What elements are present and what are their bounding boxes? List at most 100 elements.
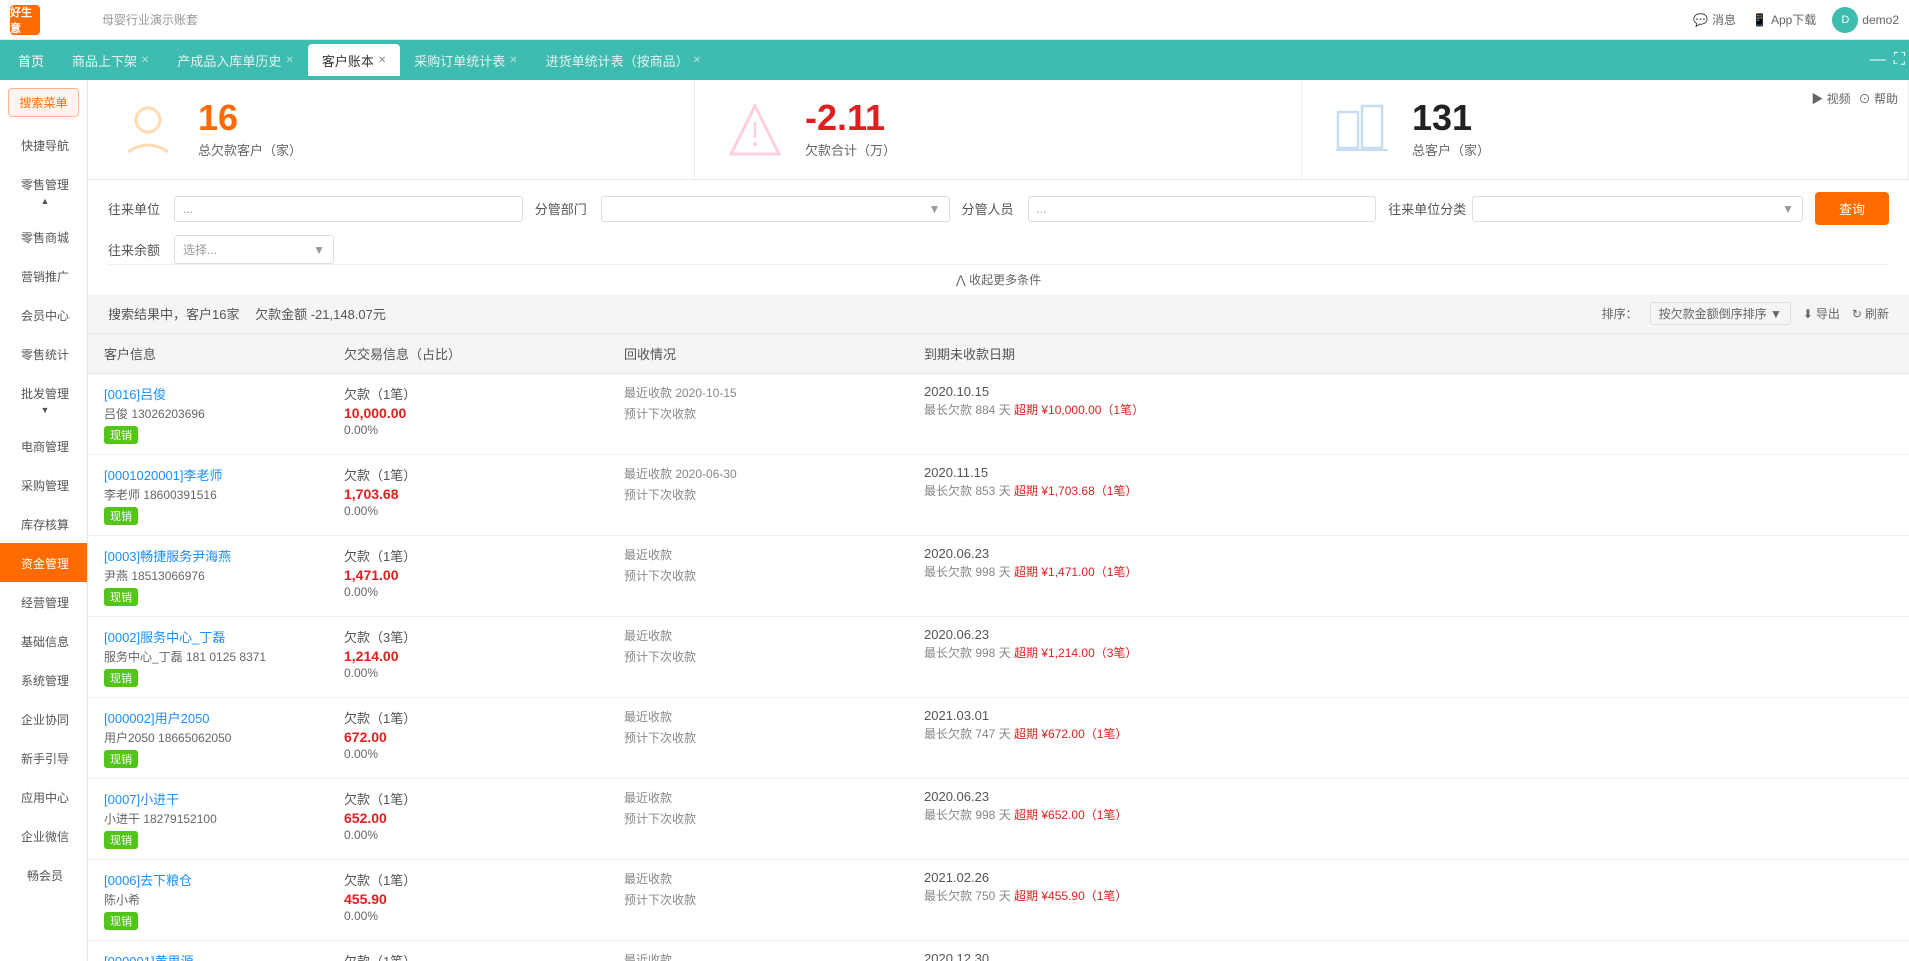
tab-production-history-close[interactable]: ✕ [285,55,293,66]
sidebar-item-inventory[interactable]: 库存核算 [0,504,87,543]
search-button[interactable]: 查询 [1815,192,1889,225]
sidebar-item-enterprise-collab[interactable]: 企业协同 [0,699,87,738]
customer-name-link[interactable]: [0007]小进干 [104,789,312,808]
sidebar-item-finance[interactable]: 资金管理 [0,543,87,582]
sidebar-item-quick-nav[interactable]: 快捷导航 [0,125,87,164]
tab-incoming-stats-close[interactable]: ✕ [693,55,701,66]
sidebar-item-enterprise-wechat[interactable]: 企业微信 [0,816,87,855]
sidebar-item-member-center[interactable]: 会员中心 [0,295,87,334]
sidebar-item-member-plus[interactable]: 畅会员 [0,855,87,894]
unit-category-arrow-icon: ▼ [1782,202,1794,216]
unit-category-select[interactable]: ▼ [1472,196,1803,222]
debt-percent: 0.00% [344,828,592,842]
refresh-btn[interactable]: ↻ 刷新 [1852,305,1889,322]
customer-info-cell: [000001]黄思源 黄思源 13552700226 现销 [88,941,328,961]
customer-info-cell: [0003]畅捷服务尹海燕 尹燕 18513066976 现销 [88,536,328,617]
overdue-link[interactable]: 超期 ¥10,000.00（1笔） [1014,403,1144,417]
debt-amount[interactable]: 1,471.00 [344,567,592,583]
customer-name-link[interactable]: [0016]吕俊 [104,384,312,403]
debt-percent: 0.00% [344,909,592,923]
tab-production-history[interactable]: 产成品入库单历史 ✕ [163,44,307,76]
customer-name-link[interactable]: [000001]黄思源 [104,951,312,961]
user-menu[interactable]: D demo2 [1832,7,1899,33]
search-menu-btn[interactable]: 搜索菜单 [8,88,79,117]
debt-amount[interactable]: 10,000.00 [344,405,592,421]
stat-debt-customers-label: 总欠款客户（家） [198,140,302,159]
tab-product-manage-close[interactable]: ✕ [141,55,149,66]
sidebar-item-new-guide[interactable]: 新手引导 [0,738,87,777]
sidebar-item-system-mgmt[interactable]: 系统管理 [0,660,87,699]
sort-select[interactable]: 按欠款金额倒序排序 ▼ [1650,302,1791,325]
balance-arrow-icon: ▼ [313,243,325,257]
collect-info-cell: 最近收款 预计下次收款 [608,779,908,860]
debt-amount[interactable]: 1,703.68 [344,486,592,502]
stat-debt-customers-number: 16 [198,100,302,136]
tab-home[interactable]: 首页 [4,44,58,76]
video-btn[interactable]: ▶ 视频 [1811,90,1850,107]
sidebar-item-retail-mgmt[interactable]: 零售管理 ▲ [0,164,87,217]
stat-debt-amount-label: 欠款合计（万） [805,140,896,159]
refresh-label: 刷新 [1865,305,1889,322]
help-icon: ⊙ [1859,92,1871,106]
tab-incoming-stats[interactable]: 进货单统计表（按商品） ✕ [532,44,715,76]
customer-info-cell: [0006]去下粮仓 陈小希 现销 [88,860,328,941]
debt-amount[interactable]: 672.00 [344,729,592,745]
sidebar-item-marketing[interactable]: 营销推广 [0,256,87,295]
tab-purchase-order[interactable]: 采购订单统计表 ✕ [400,44,531,76]
balance-select[interactable]: 选择... ▼ [174,235,334,264]
customer-name-link[interactable]: [0003]畅捷服务尹海燕 [104,546,312,565]
debt-amount[interactable]: 1,214.00 [344,648,592,664]
overdue-link[interactable]: 超期 ¥1,471.00（1笔） [1014,565,1137,579]
debt-amount[interactable]: 652.00 [344,810,592,826]
collapse-row[interactable]: ⋀ 收起更多条件 [108,264,1889,294]
debt-amount[interactable]: 455.90 [344,891,592,907]
sidebar-item-purchase-mgmt[interactable]: 采购管理 [0,465,87,504]
maximize-icon[interactable]: ⛶ [1894,51,1905,69]
sort-value: 按欠款金额倒序排序 [1659,307,1767,321]
export-btn[interactable]: ⬇ 导出 [1803,305,1840,322]
debt-count: 欠款（1笔） [344,789,592,808]
tab-customer-account[interactable]: 客户账本 ✕ [308,44,400,76]
customer-name-link[interactable]: [0006]去下粮仓 [104,870,312,889]
sidebar-item-basic-info[interactable]: 基础信息 [0,621,87,660]
sidebar-item-business-mgmt[interactable]: 经营管理 [0,582,87,621]
customer-tag: 现销 [104,831,138,849]
stats-bar-controls: ▶ 视频 ⊙ 帮助 [1811,90,1898,107]
logo-area: 好生意 [10,5,98,35]
table-row: [0001020001]李老师 李老师 18600391516 现销 欠款（1笔… [88,455,1909,536]
debt-count: 欠款（1笔） [344,465,592,484]
tab-product-manage[interactable]: 商品上下架 ✕ [58,44,163,76]
customer-name-link[interactable]: [0002]服务中心_丁磊 [104,627,312,646]
debt-info-cell: 欠款（1笔） 1,471.00 0.00% [328,536,608,617]
expire-date: 2020.12.30 [924,951,1893,961]
table-row: [0006]去下粮仓 陈小希 现销 欠款（1笔） 455.90 0.00% 最近… [88,860,1909,941]
overdue-link[interactable]: 超期 ¥455.90（1笔） [1014,889,1127,903]
message-btn[interactable]: 💬 消息 [1693,11,1736,28]
customer-name-link[interactable]: [000002]用户2050 [104,708,312,727]
dept-select[interactable]: ▼ [601,196,950,222]
customer-info-cell: [0016]吕俊 吕俊 13026203696 现销 [88,374,328,455]
app-download-btn[interactable]: 📱 App下载 [1752,11,1816,28]
tab-purchase-order-close[interactable]: ✕ [509,55,517,66]
tab-customer-account-close[interactable]: ✕ [378,55,386,66]
minimize-icon[interactable]: — [1870,51,1886,69]
result-info-text: 搜索结果中，客户16家 [108,307,239,322]
manager-label: 分管人员 [962,199,1022,218]
sidebar-item-app-center[interactable]: 应用中心 [0,777,87,816]
expire-info-cell: 2020.06.23 最长欠款 998 天 超期 ¥652.00（1笔） [908,779,1909,860]
overdue-link[interactable]: 超期 ¥1,214.00（3笔） [1014,646,1137,660]
overdue-link[interactable]: 超期 ¥1,703.68（1笔） [1014,484,1137,498]
manager-input[interactable]: ... [1028,196,1377,222]
overdue-link[interactable]: 超期 ¥652.00（1笔） [1014,808,1127,822]
sidebar-item-retail-stats[interactable]: 零售统计 [0,334,87,373]
source-unit-input[interactable]: ... [174,196,523,222]
sidebar-item-ecommerce[interactable]: 电商管理 [0,426,87,465]
customer-name-link[interactable]: [0001020001]李老师 [104,465,312,484]
overdue-link[interactable]: 超期 ¥672.00（1笔） [1014,727,1127,741]
sort-arrow-icon: ▼ [1770,307,1782,321]
table-row: [0002]服务中心_丁磊 服务中心_丁磊 181 0125 8371 现销 欠… [88,617,1909,698]
sidebar-item-retail-mall[interactable]: 零售商城 [0,217,87,256]
help-btn[interactable]: ⊙ 帮助 [1859,90,1898,107]
user-name-label: demo2 [1862,13,1899,27]
sidebar-item-batch-mgmt[interactable]: 批发管理 ▼ [0,373,87,426]
